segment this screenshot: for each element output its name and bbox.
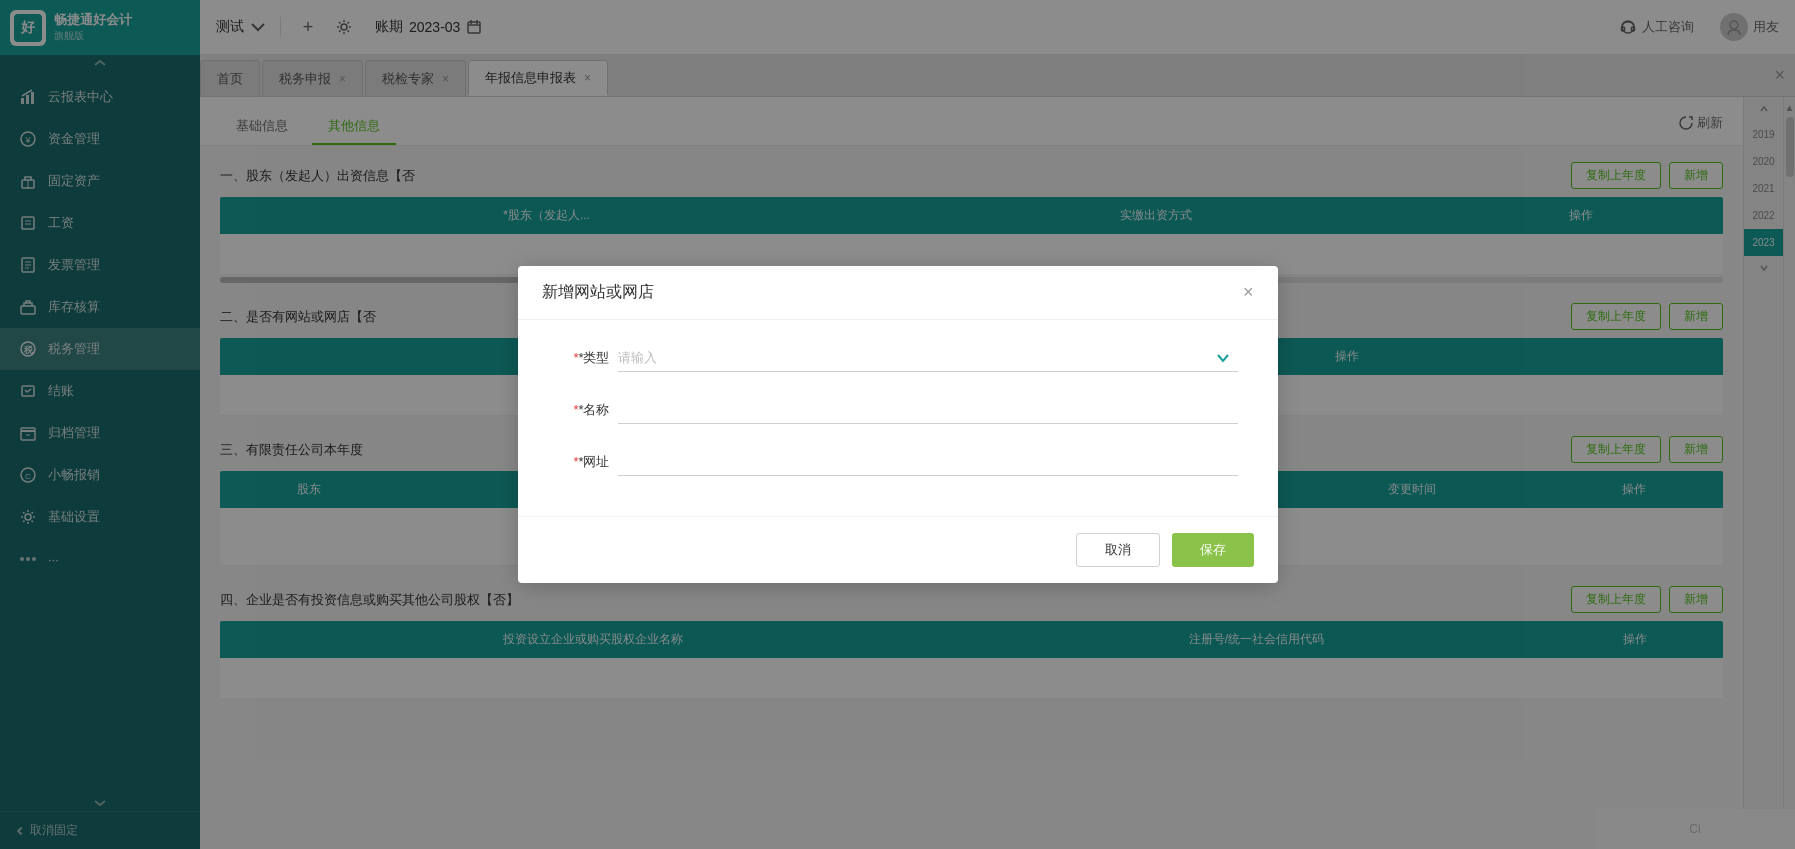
form-label-name: **名称 [558,401,618,419]
cancel-button[interactable]: 取消 [1076,533,1160,567]
modal-title: 新增网站或网店 [542,282,654,303]
type-dropdown-arrow[interactable] [1216,349,1230,367]
modal-footer: 取消 保存 [518,516,1278,583]
form-row-url: **网址 [558,448,1238,476]
modal-add-website: 新增网站或网店 × **类型 **名称 [518,266,1278,583]
name-input[interactable] [618,396,1238,424]
form-label-url: **网址 [558,453,618,471]
form-label-type: **类型 [558,349,618,367]
form-name-wrapper [618,396,1238,424]
modal-header: 新增网站或网店 × [518,266,1278,320]
form-row-name: **名称 [558,396,1238,424]
modal-overlay[interactable]: 新增网站或网店 × **类型 **名称 [0,0,1795,849]
modal-body: **类型 **名称 [518,320,1278,516]
url-input[interactable] [618,448,1238,476]
form-row-type: **类型 [558,344,1238,372]
type-input[interactable] [618,344,1238,372]
form-type-wrapper [618,344,1238,372]
modal-close-button[interactable]: × [1243,282,1254,303]
save-button[interactable]: 保存 [1172,533,1254,567]
form-url-wrapper [618,448,1238,476]
